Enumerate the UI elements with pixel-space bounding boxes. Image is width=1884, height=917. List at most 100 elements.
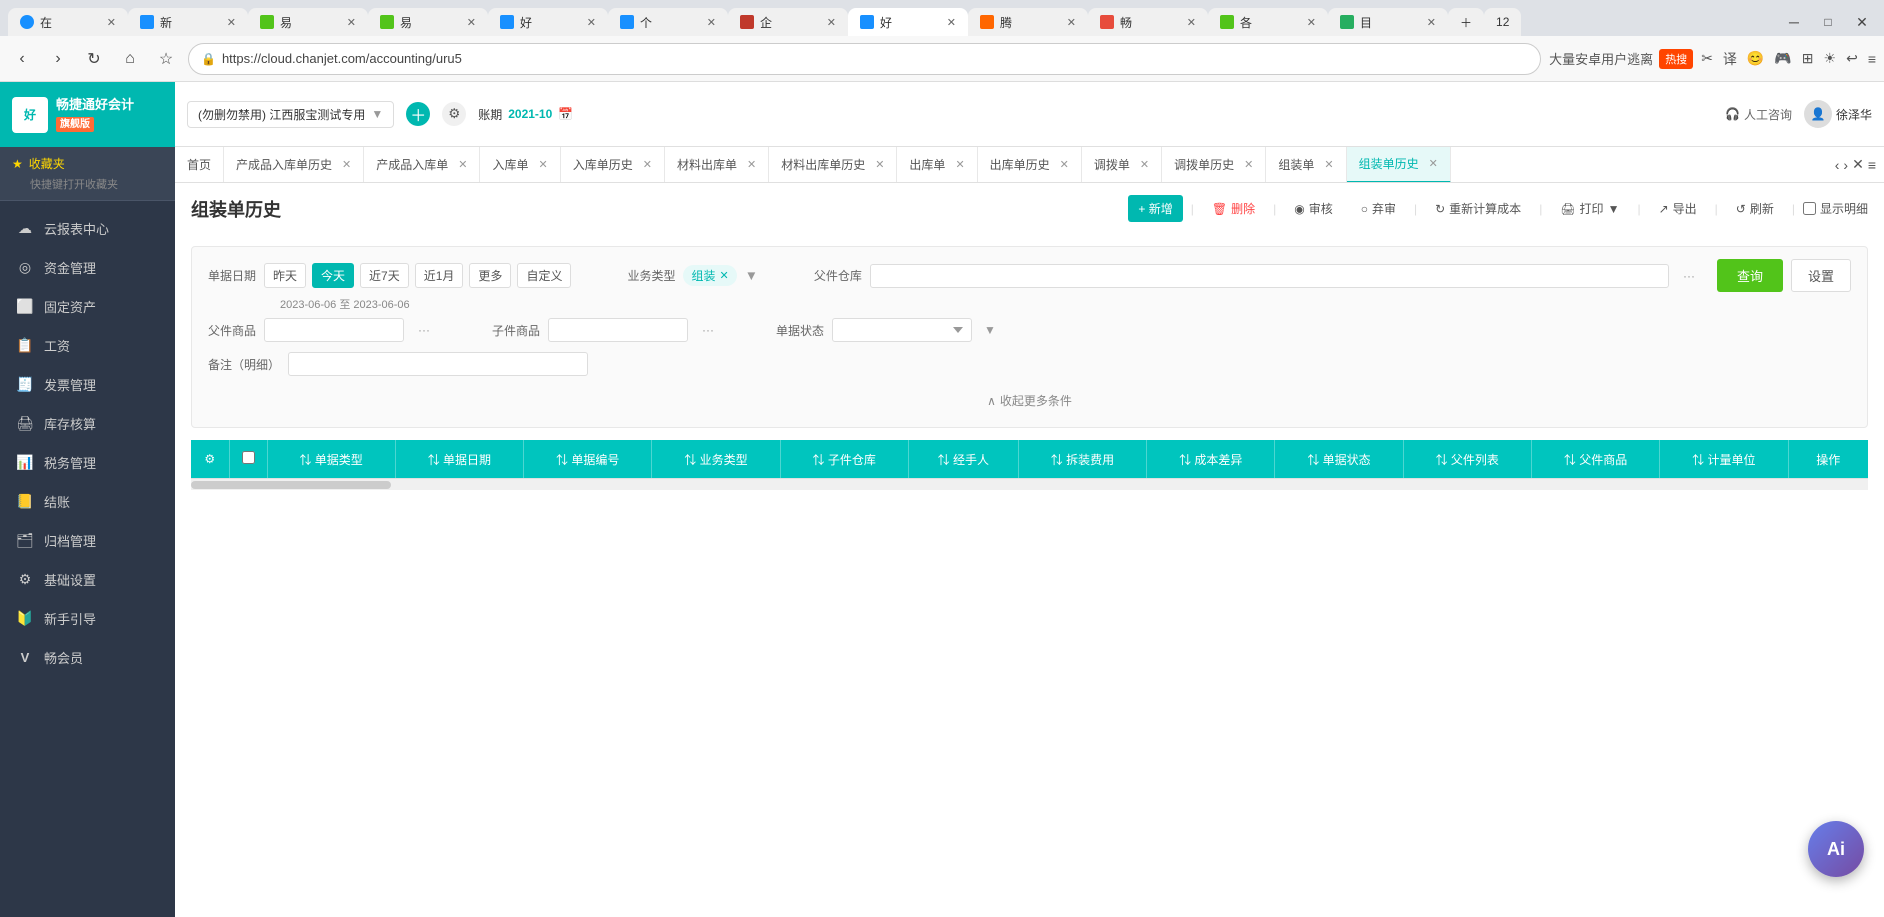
page-tab-stock-in-history[interactable]: 入库单历史 ✕ <box>561 147 665 183</box>
tab-close-3[interactable]: ✕ <box>347 16 356 29</box>
th-parent-list[interactable]: ⇅ 父件列表 <box>1403 440 1531 478</box>
page-tab-close-prod-in-history[interactable]: ✕ <box>342 158 351 171</box>
collapse-filters-btn[interactable]: ∧ 收起更多条件 <box>208 386 1851 415</box>
page-tab-home[interactable]: 首页 <box>175 147 224 183</box>
browser-tab-2[interactable]: 新 ✕ <box>128 8 248 36</box>
page-tab-close-transfer-history[interactable]: ✕ <box>1244 158 1253 171</box>
th-business-type[interactable]: ⇅ 业务类型 <box>652 440 780 478</box>
parent-goods-input[interactable] <box>264 318 404 342</box>
bookmark-btn[interactable]: ☆ <box>152 45 180 73</box>
browser-tab-11[interactable]: 各 ✕ <box>1208 8 1328 36</box>
add-company-btn[interactable]: ＋ <box>406 102 430 126</box>
page-tab-transfer-history[interactable]: 调拨单历史 ✕ <box>1162 147 1266 183</box>
parent-warehouse-more-btn[interactable]: ··· <box>1677 267 1701 285</box>
tab-close-10[interactable]: ✕ <box>1187 16 1196 29</box>
page-tab-close-material-out-history[interactable]: ✕ <box>875 158 884 171</box>
set-btn[interactable]: 设置 <box>1791 259 1851 292</box>
menu-icon[interactable]: ≡ <box>1868 51 1876 67</box>
sidebar-item-guide[interactable]: 🔰 新手引导 <box>0 599 175 638</box>
sidebar-item-fund[interactable]: ◎ 资金管理 <box>0 248 175 287</box>
date-btn-today[interactable]: 今天 <box>312 263 354 288</box>
th-parent-goods[interactable]: ⇅ 父件商品 <box>1531 440 1659 478</box>
browser-tab-12[interactable]: 目 ✕ <box>1328 8 1448 36</box>
page-tab-material-out[interactable]: 材料出库单 ✕ <box>665 147 769 183</box>
tab-close-8[interactable]: ✕ <box>947 16 956 29</box>
page-tab-out[interactable]: 出库单 ✕ <box>897 147 977 183</box>
column-settings-icon[interactable]: ⚙ <box>204 452 215 466</box>
grid-icon[interactable]: ⊞ <box>1802 50 1814 67</box>
reload-btn[interactable]: ↻ <box>80 45 108 73</box>
tab-close-12[interactable]: ✕ <box>1427 16 1436 29</box>
page-tab-close-stock-in[interactable]: ✕ <box>539 158 548 171</box>
sidebar-item-fixed-assets[interactable]: ⬜ 固定资产 <box>0 287 175 326</box>
tab-close-1[interactable]: ✕ <box>107 16 116 29</box>
th-settings[interactable]: ⚙ <box>191 440 229 478</box>
calendar-icon[interactable]: 📅 <box>558 107 573 121</box>
browser-tab-5[interactable]: 好 ✕ <box>488 8 608 36</box>
parent-warehouse-input[interactable] <box>870 264 1669 288</box>
business-type-tag-remove[interactable]: ✕ <box>719 269 728 282</box>
company-selector[interactable]: (勿删勿禁用) 江西服宝测试专用 ▼ <box>187 101 394 128</box>
page-tab-transfer[interactable]: 调拨单 ✕ <box>1082 147 1162 183</box>
browser-tab-3[interactable]: 易 ✕ <box>248 8 368 36</box>
page-tab-close-out[interactable]: ✕ <box>955 158 964 171</box>
sidebar-item-archive[interactable]: 🗂 归档管理 <box>0 521 175 560</box>
back-btn[interactable]: ‹ <box>8 45 36 73</box>
tab-close-7[interactable]: ✕ <box>827 16 836 29</box>
page-tab-stock-in[interactable]: 入库单 ✕ <box>480 147 560 183</box>
tab-close-4[interactable]: ✕ <box>467 16 476 29</box>
browser-tab-6[interactable]: 个 ✕ <box>608 8 728 36</box>
scissors-icon[interactable]: ✂ <box>1701 50 1713 67</box>
delete-btn[interactable]: 🗑 删除 <box>1202 195 1265 222</box>
doc-status-select[interactable]: 已审核 未审核 <box>832 318 972 342</box>
tab-close-all-btn[interactable]: ✕ <box>1852 156 1864 173</box>
tab-more-btn[interactable]: ≡ <box>1868 157 1876 173</box>
abandon-btn[interactable]: ○ 弃审 <box>1351 195 1406 222</box>
page-tab-close-transfer[interactable]: ✕ <box>1140 158 1149 171</box>
page-tab-material-out-history[interactable]: 材料出库单历史 ✕ <box>769 147 897 183</box>
business-type-dropdown-btn[interactable]: ▼ <box>745 268 758 283</box>
home-btn[interactable]: ⌂ <box>116 45 144 73</box>
notes-input[interactable] <box>288 352 588 376</box>
th-cost-diff[interactable]: ⇅ 成本差异 <box>1147 440 1275 478</box>
sidebar-item-salary[interactable]: 📋 工资 <box>0 326 175 365</box>
child-goods-more-btn[interactable]: ··· <box>696 321 720 339</box>
sidebar-item-invoice[interactable]: 🧾 发票管理 <box>0 365 175 404</box>
th-checkbox[interactable] <box>229 440 267 478</box>
date-btn-yesterday[interactable]: 昨天 <box>264 263 306 288</box>
print-btn[interactable]: 🖨 打印 ▼ <box>1550 195 1629 222</box>
tab-prev-btn[interactable]: ‹ <box>1835 157 1840 173</box>
th-doc-type[interactable]: ⇅ 单据类型 <box>267 440 395 478</box>
add-btn[interactable]: + 新增 <box>1128 195 1182 222</box>
close-btn[interactable]: ✕ <box>1848 8 1876 36</box>
sidebar-item-cloud-report[interactable]: ☁ 云报表中心 <box>0 209 175 248</box>
user-info[interactable]: 👤 徐泽华 <box>1804 100 1872 128</box>
browser-tab-8[interactable]: 好 ✕ <box>848 8 968 36</box>
page-tab-out-history[interactable]: 出库单历史 ✕ <box>978 147 1082 183</box>
tab-next-btn[interactable]: › <box>1843 157 1848 173</box>
th-handler[interactable]: ⇅ 经手人 <box>908 440 1018 478</box>
date-btn-more[interactable]: 更多 <box>469 263 511 288</box>
undo-icon[interactable]: ↩ <box>1846 50 1858 67</box>
sidebar-item-tax[interactable]: 📊 税务管理 <box>0 443 175 482</box>
page-tab-close-assembly[interactable]: ✕ <box>1324 158 1333 171</box>
page-tab-close-assembly-history[interactable]: ✕ <box>1429 157 1438 170</box>
page-tab-close-material-out[interactable]: ✕ <box>747 158 756 171</box>
brightness-icon[interactable]: ☀ <box>1824 50 1837 67</box>
sidebar-item-member[interactable]: V 畅会员 <box>0 638 175 677</box>
new-tab-btn[interactable]: ＋ <box>1448 8 1484 36</box>
sidebar-item-settlement[interactable]: 📒 结账 <box>0 482 175 521</box>
date-btn-1month[interactable]: 近1月 <box>415 263 464 288</box>
browser-tab-7[interactable]: 企 ✕ <box>728 8 848 36</box>
browser-tab-1[interactable]: 在 ✕ <box>8 8 128 36</box>
audit-btn[interactable]: ◉ 审核 <box>1284 195 1343 222</box>
date-btn-7days[interactable]: 近7天 <box>360 263 409 288</box>
show-detail-checkbox[interactable] <box>1803 202 1816 215</box>
scrollbar-thumb[interactable] <box>191 481 391 489</box>
show-detail-toggle[interactable]: 显示明细 <box>1803 200 1868 217</box>
recalculate-btn[interactable]: ↻ 重新计算成本 <box>1425 195 1531 222</box>
tab-close-11[interactable]: ✕ <box>1307 16 1316 29</box>
page-tab-assembly[interactable]: 组装单 ✕ <box>1266 147 1346 183</box>
horizontal-scrollbar[interactable] <box>191 478 1868 490</box>
settings-btn[interactable]: ⚙ <box>442 102 466 126</box>
